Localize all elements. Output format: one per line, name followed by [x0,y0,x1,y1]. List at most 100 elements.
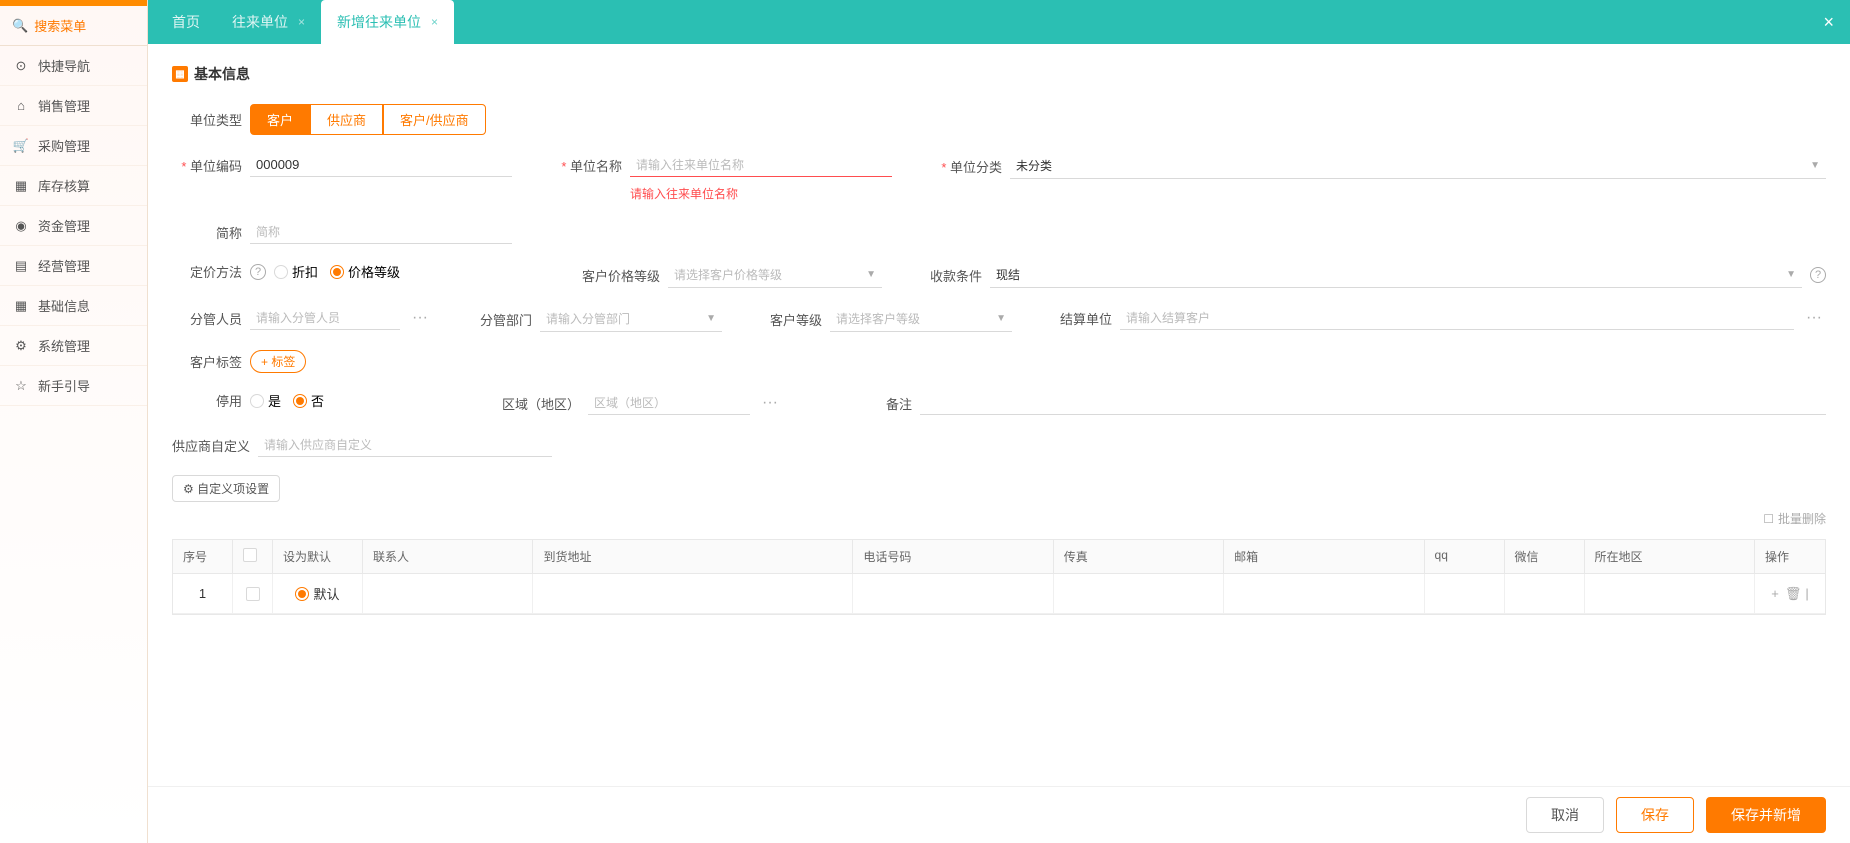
batch-delete-btn[interactable]: ☐ 批量删除 [1763,510,1826,527]
supplier-custom-input[interactable] [258,433,552,457]
settlement-label: 结算单位 [1042,309,1112,328]
quick-nav-icon: ⊙ [12,57,30,75]
unit-code-field: 单位编码 [172,153,512,177]
header-checkbox[interactable] [243,548,257,562]
customer-level-select[interactable]: 请选择客户等级 ▼ [830,306,1012,332]
tab-partner-close[interactable]: × [298,15,305,29]
short-name-input[interactable] [250,220,512,244]
sidebar-item-system[interactable]: ⚙ 系统管理 [0,326,147,366]
pricing-help-icon[interactable]: ? [250,264,266,280]
disabled-yes[interactable]: 是 [250,391,281,410]
email-input-1[interactable] [1234,582,1413,605]
row-checkbox-1[interactable] [246,587,260,601]
payment-terms-field: 收款条件 现结 ▼ ? [912,262,1826,288]
cell-qq-1[interactable] [1425,574,1505,613]
tab-new-partner-close[interactable]: × [431,15,438,29]
payment-help-icon[interactable]: ? [1810,267,1826,283]
pricing-method-field: 定价方法 ? 折扣 价格等级 [172,262,552,281]
sidebar-item-label: 快捷导航 [38,56,90,75]
system-icon: ⚙ [12,337,30,355]
page-content: ▦ 基本信息 单位类型 客户 供应商 客户/供应商 单位编码 [148,44,1850,786]
region-dots[interactable]: ··· [758,394,782,412]
cell-email-1[interactable] [1224,574,1424,613]
contacts-table: 序号 设为默认 联系人 到货地址 电话号码 传真 邮箱 qq 微信 所在地区 操… [172,539,1826,615]
save-button[interactable]: 保存 [1616,797,1694,833]
department-select[interactable]: 请输入分管部门 ▼ [540,306,722,332]
tab-home[interactable]: 首页 [156,0,216,44]
unit-name-input[interactable] [630,153,892,177]
unit-category-label: 单位分类 [932,157,1002,176]
sidebar-item-purchase[interactable]: 🛒 采购管理 [0,126,147,166]
sidebar-item-label: 销售管理 [38,96,90,115]
remark-input[interactable] [920,391,1826,415]
sidebar-item-inventory[interactable]: ▦ 库存核算 [0,166,147,206]
payment-terms-value: 现结 [996,266,1782,283]
col-header-email: 邮箱 [1224,540,1424,573]
manager-field: 分管人员 ··· [172,306,432,330]
region-input[interactable] [588,391,750,415]
wx-input-1[interactable] [1515,582,1574,605]
fax-input-1[interactable] [1064,582,1213,605]
discount-radio-outer [274,265,288,279]
custom-settings-button[interactable]: ⚙ 自定义项设置 [172,475,280,502]
cpl-chevron: ▼ [866,269,876,280]
settlement-input[interactable] [1120,306,1794,330]
sidebar-item-basic[interactable]: ▦ 基础信息 [0,286,147,326]
tab-new-partner[interactable]: 新增往来单位 × [321,0,454,44]
cancel-button[interactable]: 取消 [1526,797,1604,833]
customer-price-level-select[interactable]: 请选择客户价格等级 ▼ [668,262,882,288]
delete-row-icon[interactable]: 🗑 [1785,586,1802,602]
col-header-region: 所在地区 [1585,540,1755,573]
type-btn-customer[interactable]: 客户 [250,104,310,135]
unit-type-field: 单位类型 客户 供应商 客户/供应商 [172,104,486,135]
manager-input[interactable] [250,306,400,330]
cell-default-1: 默认 [273,574,363,613]
contact-input-1[interactable] [373,582,522,605]
add-tag-button[interactable]: + 标签 [250,350,306,373]
phone-input-1[interactable] [863,582,1042,605]
disabled-no[interactable]: 否 [293,391,324,410]
cell-wx-1[interactable] [1505,574,1585,613]
department-field: 分管部门 请输入分管部门 ▼ [462,306,722,332]
cell-phone-1[interactable] [853,574,1053,613]
tab-partner[interactable]: 往来单位 × [216,0,321,44]
unit-type-btn-group: 客户 供应商 客户/供应商 [250,104,486,135]
disabled-no-outer [293,394,307,408]
disabled-yes-label: 是 [268,391,281,410]
page-footer: 取消 保存 保存并新增 [148,786,1850,843]
cl-chevron: ▼ [996,313,1006,324]
unit-code-input[interactable] [250,153,512,177]
region-input-1[interactable] [1595,582,1744,605]
cell-region-1[interactable] [1585,574,1755,613]
type-btn-supplier[interactable]: 供应商 [310,104,383,135]
unit-category-select[interactable]: 未分类 ▼ [1010,153,1826,179]
settlement-dots[interactable]: ··· [1802,309,1826,327]
add-row-icon[interactable]: + [1771,586,1779,601]
cell-contact-1[interactable] [363,574,533,613]
sidebar-item-quick-nav[interactable]: ⊙ 快捷导航 [0,46,147,86]
finance-icon: ◉ [12,217,30,235]
payment-terms-select[interactable]: 现结 ▼ [990,262,1802,288]
sidebar-item-guide[interactable]: ☆ 新手引导 [0,366,147,406]
sidebar-item-operation[interactable]: ▤ 经营管理 [0,246,147,286]
manager-dots[interactable]: ··· [408,309,432,327]
guide-icon: ☆ [12,377,30,395]
scroll-icon[interactable]: | [1805,586,1808,601]
sidebar-item-sales[interactable]: ⌂ 销售管理 [0,86,147,126]
disabled-field: 停用 是 否 [172,391,472,410]
address-input-1[interactable] [543,582,842,605]
cell-address-1[interactable] [533,574,853,613]
supplier-custom-label: 供应商自定义 [172,436,250,455]
global-close-btn[interactable]: × [1815,12,1842,33]
sidebar-item-finance[interactable]: ◉ 资金管理 [0,206,147,246]
short-name-field: 简称 [172,220,512,244]
sidebar-search[interactable]: 🔍 搜索菜单 [0,6,147,46]
pricing-radio-level[interactable]: 价格等级 [330,262,400,281]
default-radio-1[interactable]: 默认 [295,584,339,603]
cell-fax-1[interactable] [1054,574,1224,613]
type-btn-both[interactable]: 客户/供应商 [383,104,486,135]
qq-input-1[interactable] [1435,582,1494,605]
pricing-radio-discount[interactable]: 折扣 [274,262,318,281]
tab-partner-label: 往来单位 [232,12,288,32]
save-and-new-button[interactable]: 保存并新增 [1706,797,1826,833]
